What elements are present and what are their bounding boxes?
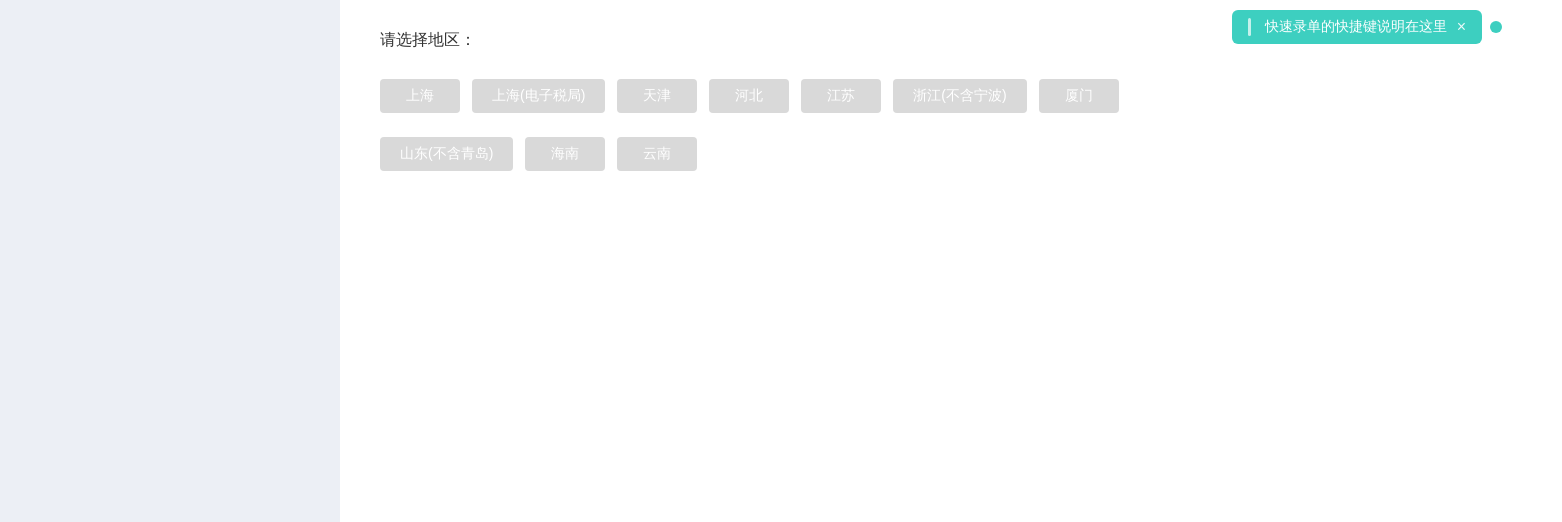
left-sidebar: [0, 0, 340, 522]
tooltip-close-button[interactable]: ×: [1457, 19, 1466, 35]
region-btn-shanghai[interactable]: 上海: [380, 79, 460, 113]
tooltip-container: 快速录单的快捷键说明在这里 ×: [1232, 10, 1502, 44]
region-btn-hainan[interactable]: 海南: [525, 137, 605, 171]
region-btn-jiangsu[interactable]: 江苏: [801, 79, 881, 113]
tooltip-dot: [1490, 21, 1502, 33]
tooltip-bubble: 快速录单的快捷键说明在这里 ×: [1232, 10, 1482, 44]
region-btn-hebei[interactable]: 河北: [709, 79, 789, 113]
region-btn-yunnan[interactable]: 云南: [617, 137, 697, 171]
region-btn-shanghai-etax[interactable]: 上海(电子税局): [472, 79, 605, 113]
region-btn-tianjin[interactable]: 天津: [617, 79, 697, 113]
main-content: 请选择地区： 上海 上海(电子税局) 天津 河北 江苏 浙江(不含宁波) 厦门 …: [340, 0, 1562, 522]
region-btn-xiamen[interactable]: 厦门: [1039, 79, 1119, 113]
region-buttons: 上海 上海(电子税局) 天津 河北 江苏 浙江(不含宁波) 厦门 山东(不含青岛…: [380, 79, 1522, 171]
tooltip-text: 快速录单的快捷键说明在这里: [1265, 18, 1447, 36]
region-btn-zhejiang[interactable]: 浙江(不含宁波): [893, 79, 1026, 113]
region-btn-shandong[interactable]: 山东(不含青岛): [380, 137, 513, 171]
